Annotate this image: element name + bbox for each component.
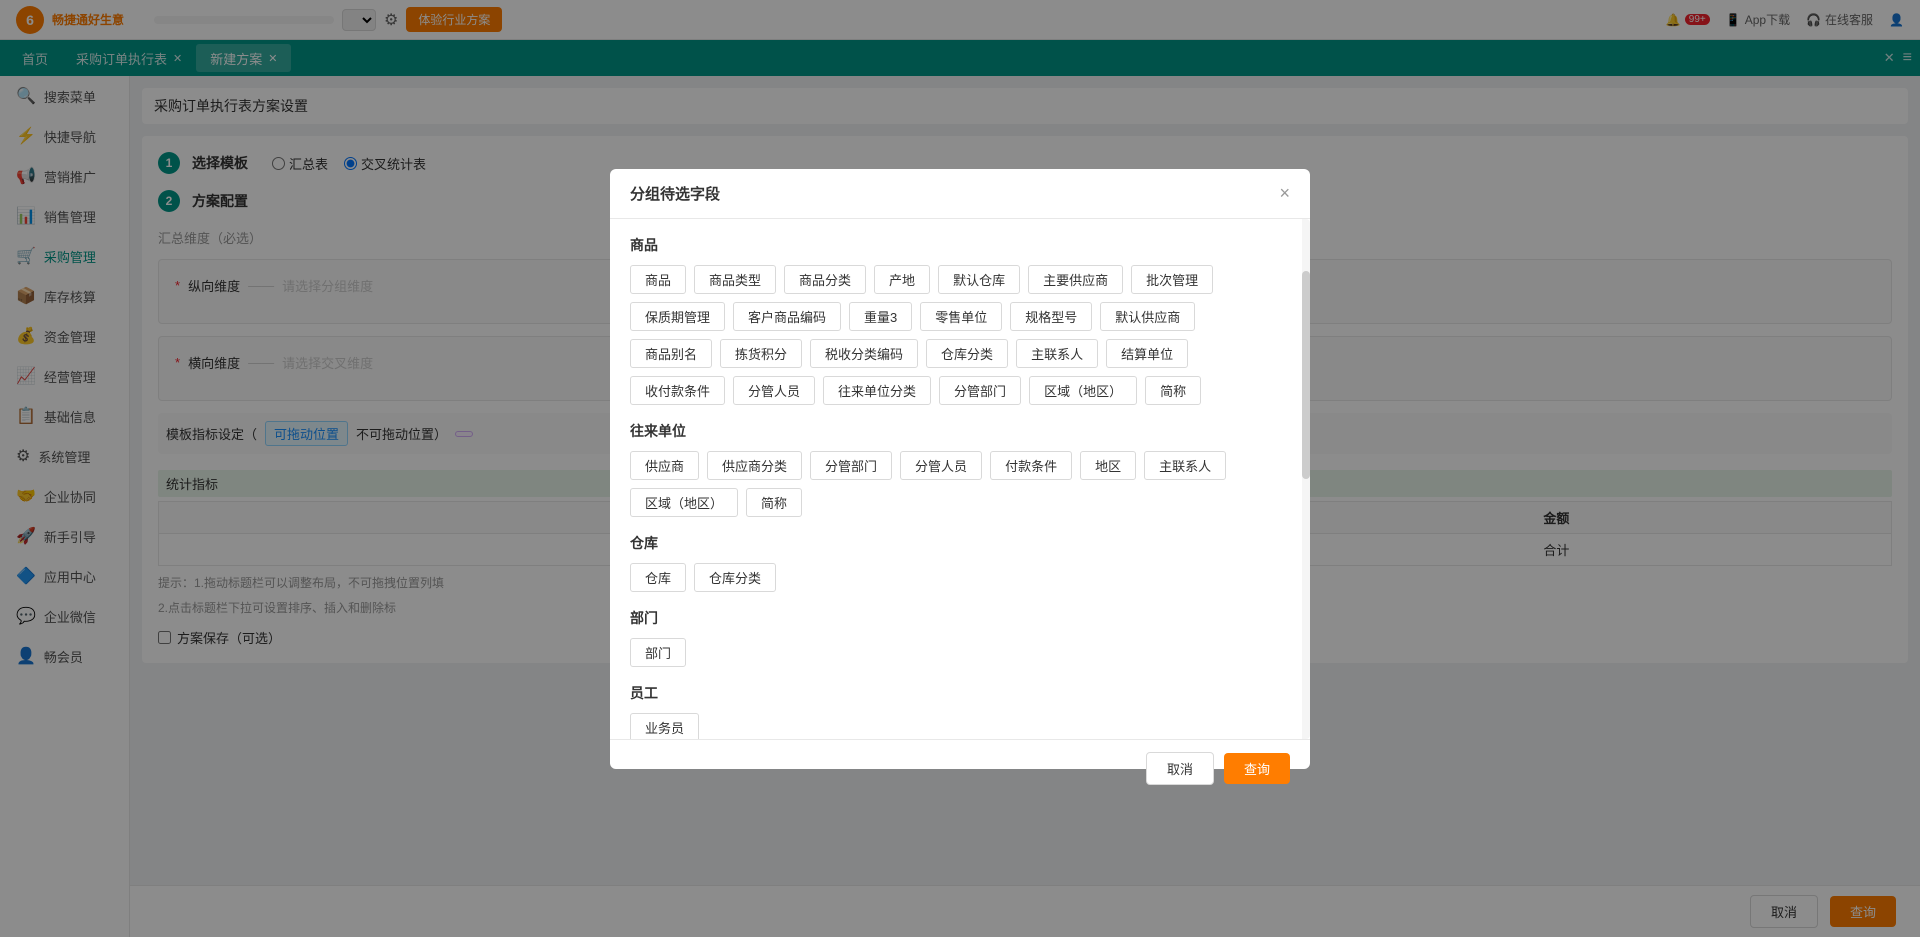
- field-tag[interactable]: 往来单位分类: [823, 376, 931, 405]
- field-tag[interactable]: 仓库: [630, 563, 686, 592]
- section-title-goods: 商品: [630, 235, 1282, 255]
- field-tag[interactable]: 批次管理: [1131, 265, 1213, 294]
- modal-confirm-button[interactable]: 查询: [1224, 753, 1290, 784]
- field-tag[interactable]: 仓库分类: [926, 339, 1008, 368]
- field-tag[interactable]: 重量3: [849, 302, 912, 331]
- field-tag[interactable]: 仓库分类: [694, 563, 776, 592]
- modal-scroll-container: 商品 商品 商品类型 商品分类 产地 默认仓库 主要供应商 批次管理 保质期管理…: [610, 219, 1310, 739]
- field-tag[interactable]: 供应商: [630, 451, 699, 480]
- field-tag[interactable]: 区域（地区）: [630, 488, 738, 517]
- modal-title: 分组待选字段: [630, 183, 720, 204]
- field-tag[interactable]: 供应商分类: [707, 451, 802, 480]
- modal-close-button[interactable]: ×: [1279, 183, 1290, 204]
- field-tag[interactable]: 默认仓库: [938, 265, 1020, 294]
- field-tag[interactable]: 分管人员: [733, 376, 815, 405]
- section-title-dept: 部门: [630, 608, 1282, 628]
- field-tag[interactable]: 商品分类: [784, 265, 866, 294]
- field-tag[interactable]: 产地: [874, 265, 930, 294]
- counterparty-tags: 供应商 供应商分类 分管部门 分管人员 付款条件 地区 主联系人 区域（地区） …: [630, 451, 1282, 517]
- field-tag[interactable]: 分管人员: [900, 451, 982, 480]
- employee-tags: 业务员: [630, 713, 1282, 739]
- modal-vscrollbar[interactable]: [1302, 219, 1310, 739]
- modal-footer: 取消 查询: [610, 739, 1310, 797]
- field-tag[interactable]: 区域（地区）: [1029, 376, 1137, 405]
- field-tag[interactable]: 商品: [630, 265, 686, 294]
- section-title-employee: 员工: [630, 683, 1282, 703]
- field-tag[interactable]: 结算单位: [1106, 339, 1188, 368]
- modal-vscrollbar-thumb: [1302, 271, 1310, 479]
- field-tag[interactable]: 保质期管理: [630, 302, 725, 331]
- section-title-counterparty: 往来单位: [630, 421, 1282, 441]
- field-tag[interactable]: 商品类型: [694, 265, 776, 294]
- modal-header: 分组待选字段 ×: [610, 169, 1310, 219]
- field-tag[interactable]: 主联系人: [1144, 451, 1226, 480]
- field-tag[interactable]: 部门: [630, 638, 686, 667]
- field-tag[interactable]: 收付款条件: [630, 376, 725, 405]
- field-tag[interactable]: 零售单位: [920, 302, 1002, 331]
- field-tag[interactable]: 默认供应商: [1100, 302, 1195, 331]
- field-tag[interactable]: 分管部门: [939, 376, 1021, 405]
- field-tag[interactable]: 客户商品编码: [733, 302, 841, 331]
- field-tag[interactable]: 地区: [1080, 451, 1136, 480]
- warehouse-tags: 仓库 仓库分类: [630, 563, 1282, 592]
- field-tag[interactable]: 付款条件: [990, 451, 1072, 480]
- field-tag[interactable]: 分管部门: [810, 451, 892, 480]
- modal-dialog: 分组待选字段 × 商品 商品 商品类型 商品分类 产地 默认仓库 主要供应商 批…: [610, 169, 1310, 769]
- field-tag[interactable]: 主联系人: [1016, 339, 1098, 368]
- goods-tags: 商品 商品类型 商品分类 产地 默认仓库 主要供应商 批次管理 保质期管理 客户…: [630, 265, 1282, 405]
- section-title-warehouse: 仓库: [630, 533, 1282, 553]
- field-tag[interactable]: 税收分类编码: [810, 339, 918, 368]
- field-tag[interactable]: 简称: [746, 488, 802, 517]
- modal-cancel-button[interactable]: 取消: [1146, 752, 1214, 785]
- field-tag[interactable]: 规格型号: [1010, 302, 1092, 331]
- field-tag[interactable]: 商品别名: [630, 339, 712, 368]
- modal-overlay: 分组待选字段 × 商品 商品 商品类型 商品分类 产地 默认仓库 主要供应商 批…: [0, 0, 1920, 937]
- dept-tags: 部门: [630, 638, 1282, 667]
- field-tag[interactable]: 拣货积分: [720, 339, 802, 368]
- field-tag[interactable]: 业务员: [630, 713, 699, 739]
- field-tag[interactable]: 简称: [1145, 376, 1201, 405]
- field-tag[interactable]: 主要供应商: [1028, 265, 1123, 294]
- modal-scroll-content[interactable]: 商品 商品 商品类型 商品分类 产地 默认仓库 主要供应商 批次管理 保质期管理…: [610, 219, 1302, 739]
